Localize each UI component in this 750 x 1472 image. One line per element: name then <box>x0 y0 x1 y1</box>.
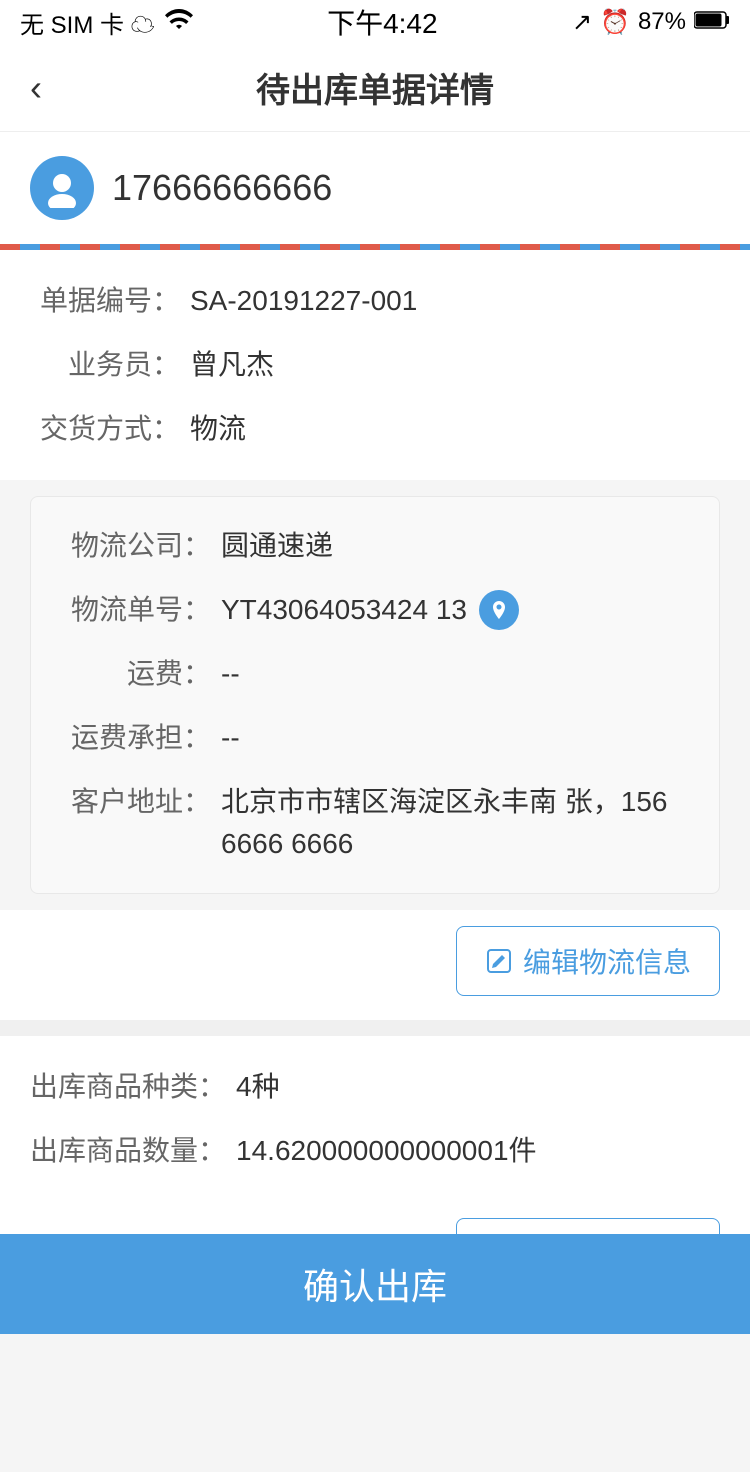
page-title: 待出库单据详情 <box>256 63 494 112</box>
edit-btn-row: 编辑物流信息 <box>0 910 750 1020</box>
avatar <box>30 156 94 220</box>
tracking-value: YT43064053424 13 <box>221 589 689 631</box>
address-label: 客户地址： <box>61 781 221 823</box>
bottom-spacer <box>0 1312 750 1472</box>
customer-section: 17666666666 <box>0 132 750 244</box>
order-no-value: SA-20191227-001 <box>190 280 720 322</box>
edit-logistics-button[interactable]: 编辑物流信息 <box>456 926 720 996</box>
freight-bear-row: 运费承担： -- <box>61 717 689 759</box>
address-row: 客户地址： 北京市市辖区海淀区永丰南 张，156 6666 6666 <box>61 781 689 865</box>
order-no-label: 单据编号： <box>30 280 190 322</box>
goods-qty-value: 14.620000000000001件 <box>236 1130 720 1172</box>
freight-row: 运费： -- <box>61 653 689 695</box>
freight-label: 运费： <box>61 653 221 695</box>
salesman-value: 曾凡杰 <box>190 344 720 386</box>
address-value: 北京市市辖区海淀区永丰南 张，156 6666 6666 <box>221 781 689 865</box>
tracking-row: 物流单号： YT43064053424 13 <box>61 589 689 631</box>
logistics-company-value: 圆通速递 <box>221 525 689 567</box>
delivery-row: 交货方式： 物流 <box>30 408 720 450</box>
logistics-company-row: 物流公司： 圆通速递 <box>61 525 689 567</box>
wifi-icon <box>165 8 193 36</box>
salesman-label: 业务员： <box>30 344 190 386</box>
alarm-icon: ⏰ <box>600 8 630 37</box>
goods-qty-label: 出库商品数量： <box>30 1130 236 1172</box>
delivery-value: 物流 <box>190 408 720 450</box>
status-bar: 无 SIM 卡 ☁ 下午4:42 ↗ ⏰ 87% <box>0 0 750 44</box>
location-arrow-icon: ↗ <box>572 8 592 37</box>
edit-icon <box>485 947 513 975</box>
freight-bear-value: -- <box>221 717 689 759</box>
salesman-row: 业务员： 曾凡杰 <box>30 344 720 386</box>
battery-text: 87% <box>638 8 686 36</box>
goods-type-row: 出库商品种类： 4种 <box>30 1066 720 1108</box>
confirm-button[interactable]: 确认出库 <box>0 1234 750 1334</box>
status-time: 下午4:42 <box>327 2 438 42</box>
logistics-company-label: 物流公司： <box>61 525 221 567</box>
logistics-card: 物流公司： 圆通速递 物流单号： YT43064053424 13 运费： --… <box>30 496 720 894</box>
goods-type-value: 4种 <box>236 1066 720 1108</box>
order-info-section: 单据编号： SA-20191227-001 业务员： 曾凡杰 交货方式： 物流 <box>0 250 750 480</box>
order-no-row: 单据编号： SA-20191227-001 <box>30 280 720 322</box>
battery-icon <box>694 8 730 36</box>
goods-type-label: 出库商品种类： <box>30 1066 236 1108</box>
sim-text: 无 SIM 卡 ☁ <box>20 5 155 40</box>
person-icon <box>42 168 82 208</box>
status-left: 无 SIM 卡 ☁ <box>20 5 193 40</box>
confirm-btn-label: 确认出库 <box>303 1258 447 1310</box>
customer-phone: 17666666666 <box>112 167 332 209</box>
freight-bear-label: 运费承担： <box>61 717 221 759</box>
back-button[interactable]: ‹ <box>30 67 42 109</box>
delivery-label: 交货方式： <box>30 408 190 450</box>
section-separator <box>0 1020 750 1036</box>
tracking-label: 物流单号： <box>61 589 221 631</box>
goods-section: 出库商品种类： 4种 出库商品数量： 14.620000000000001件 <box>0 1036 750 1202</box>
freight-value: -- <box>221 653 689 695</box>
status-right: ↗ ⏰ 87% <box>572 8 730 37</box>
goods-qty-row: 出库商品数量： 14.620000000000001件 <box>30 1130 720 1172</box>
tracking-location-icon[interactable] <box>479 590 519 630</box>
nav-bar: ‹ 待出库单据详情 <box>0 44 750 132</box>
